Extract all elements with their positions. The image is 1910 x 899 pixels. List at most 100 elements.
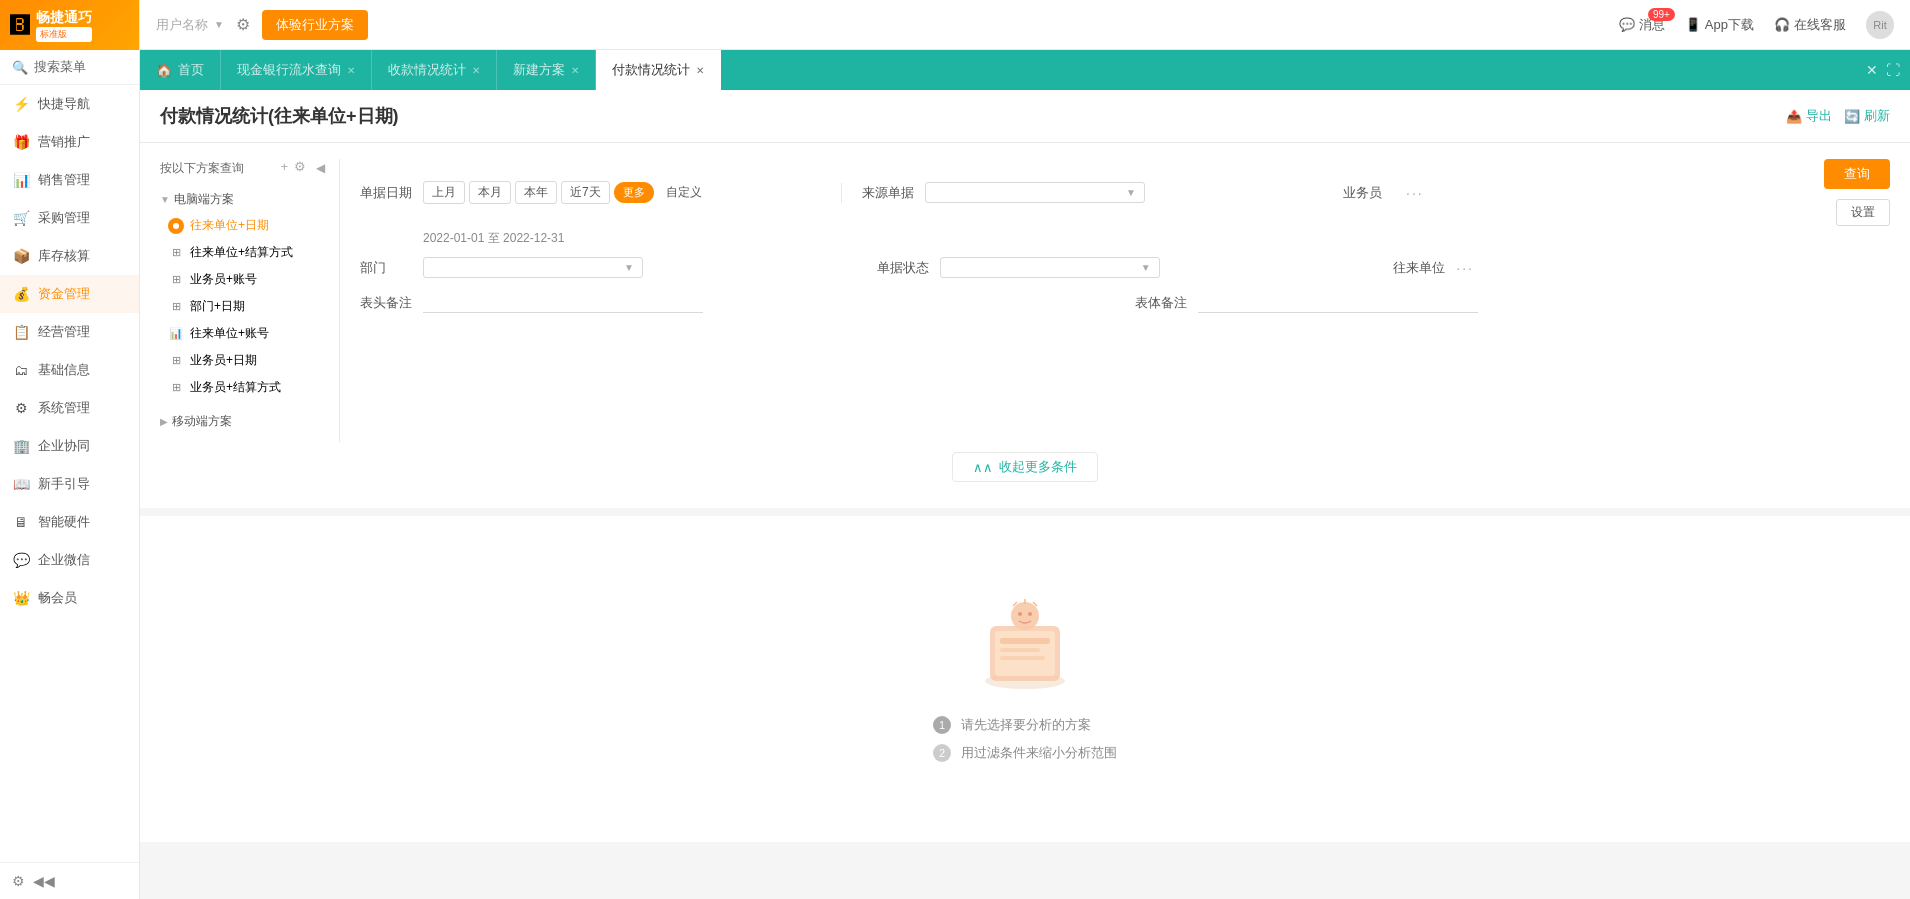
dept-select[interactable]: ▼: [423, 257, 643, 278]
svg-rect-4: [1000, 648, 1040, 652]
filter-date-item: 单据日期 上月 本月 本年 近7天 更多 自定义: [360, 181, 821, 204]
tab-income-stat[interactable]: 收款情况统计 ✕: [372, 50, 497, 90]
empty-tip-1: 1 请先选择要分析的方案: [933, 716, 1117, 734]
sidebar-item-guide[interactable]: 📖 新手引导: [0, 465, 139, 503]
headset-icon: 🎧: [1774, 17, 1790, 32]
table-icon-2: ⊞: [168, 272, 184, 288]
scheme-item-customer-settle[interactable]: ⊞ 往来单位+结算方式: [160, 239, 329, 266]
scheme-item-staff-settle[interactable]: ⊞ 业务员+结算方式: [160, 374, 329, 401]
tab-close-income-stat[interactable]: ✕: [472, 65, 480, 76]
staff-more-icon[interactable]: ···: [1406, 185, 1424, 201]
page-actions: 📤 导出 🔄 刷新: [1786, 107, 1890, 125]
date-btn-this-year[interactable]: 本年: [515, 181, 557, 204]
table-icon-3: ⊞: [168, 299, 184, 315]
header-note-input[interactable]: [423, 292, 703, 313]
collapse-more-btn[interactable]: ∧∧ 收起更多条件: [952, 452, 1098, 482]
collapse-scheme-panel-icon[interactable]: ◀: [312, 159, 329, 177]
date-btn-7days[interactable]: 近7天: [561, 181, 610, 204]
gift-icon: 🎁: [12, 133, 30, 151]
expand-mobile-arrow-icon: ▶: [160, 416, 168, 427]
mobile-scheme-group-header[interactable]: ▶ 移动端方案: [160, 409, 329, 434]
tab-new-scheme[interactable]: 新建方案 ✕: [497, 50, 596, 90]
folder-icon: 🗂: [12, 361, 30, 379]
tab-close-bank-flow[interactable]: ✕: [347, 65, 355, 76]
dept-select-arrow-icon: ▼: [624, 262, 634, 273]
topbar-settings-icon[interactable]: ⚙: [236, 15, 250, 34]
customer-more-icon[interactable]: ···: [1456, 260, 1474, 276]
home-icon: 🏠: [156, 63, 172, 78]
collapse-sidebar-icon[interactable]: ◀◀: [33, 873, 55, 889]
sidebar-label-search: 搜索菜单: [34, 58, 86, 76]
source-select[interactable]: ▼: [925, 182, 1145, 203]
sidebar-item-basic[interactable]: 🗂 基础信息: [0, 351, 139, 389]
refresh-btn[interactable]: 🔄 刷新: [1844, 107, 1890, 125]
collapse-row: ∧∧ 收起更多条件: [160, 442, 1890, 492]
search-icon: 🔍: [12, 60, 28, 75]
tab-close-payment-stat[interactable]: ✕: [696, 65, 704, 76]
settings-footer-icon[interactable]: ⚙: [12, 873, 25, 889]
scheme-item-dept-date[interactable]: ⊞ 部门+日期: [160, 293, 329, 320]
filter-staff-item: 业务员 ···: [1343, 184, 1804, 202]
staff-label: 业务员: [1343, 184, 1398, 202]
dept-label: 部门: [360, 259, 415, 277]
sidebar-item-quick-nav[interactable]: ⚡ 快捷导航: [0, 85, 139, 123]
filter-dept-item: 部门 ▼: [360, 257, 857, 278]
query-btn[interactable]: 查询: [1824, 159, 1890, 189]
export-btn[interactable]: 📤 导出: [1786, 107, 1832, 125]
sidebar-item-sales[interactable]: 📊 销售管理: [0, 161, 139, 199]
page-title: 付款情况统计(往来单位+日期): [160, 104, 399, 128]
sidebar-item-wechat[interactable]: 💬 企业微信: [0, 541, 139, 579]
date-custom-label[interactable]: 自定义: [658, 182, 710, 203]
scheme-item-staff-account[interactable]: ⊞ 业务员+账号: [160, 266, 329, 293]
tab-close-new-scheme[interactable]: ✕: [571, 65, 579, 76]
table-icon-4: ⊞: [168, 353, 184, 369]
pc-group-label: 电脑端方案: [174, 191, 234, 208]
date-quick-btns: 上月 本月 本年 近7天 更多 自定义: [423, 181, 710, 204]
scheme-item-staff-date[interactable]: ⊞ 业务员+日期: [160, 347, 329, 374]
page-header: 付款情况统计(往来单位+日期) 📤 导出 🔄 刷新: [140, 90, 1910, 143]
trial-btn[interactable]: 体验行业方案: [262, 10, 368, 40]
sidebar-item-purchase[interactable]: 🛒 采购管理: [0, 199, 139, 237]
scheme-item-customer-account[interactable]: 📊 往来单位+账号: [160, 320, 329, 347]
empty-illustration: [965, 596, 1085, 696]
sidebar-item-marketing[interactable]: 🎁 营销推广: [0, 123, 139, 161]
sidebar-item-enterprise[interactable]: 🏢 企业协同: [0, 427, 139, 465]
tab-payment-stat[interactable]: 付款情况统计 ✕: [596, 50, 721, 90]
app-download-btn[interactable]: 📱 App下载: [1685, 16, 1754, 34]
tab-home[interactable]: 🏠 首页: [140, 50, 221, 90]
add-scheme-btn[interactable]: +: [280, 159, 288, 177]
content-area: 付款情况统计(往来单位+日期) 📤 导出 🔄 刷新: [140, 90, 1910, 899]
sidebar-item-search-menu[interactable]: 🔍 搜索菜单: [0, 50, 139, 85]
sidebar-item-hardware[interactable]: 🖥 智能硬件: [0, 503, 139, 541]
online-service-btn[interactable]: 🎧 在线客服: [1774, 16, 1846, 34]
scheme-settings-icon[interactable]: ⚙: [294, 159, 306, 177]
status-select[interactable]: ▼: [940, 257, 1160, 278]
date-btn-last-month[interactable]: 上月: [423, 181, 465, 204]
svg-point-8: [1028, 612, 1032, 616]
date-btn-this-month[interactable]: 本月: [469, 181, 511, 204]
body-note-input[interactable]: [1198, 292, 1478, 313]
profile-section[interactable]: 用户名称 ▼: [156, 16, 224, 34]
source-select-arrow-icon: ▼: [1126, 187, 1136, 198]
tabbar-actions: ✕ ⛶: [1856, 50, 1910, 90]
date-btn-more[interactable]: 更多: [614, 182, 654, 203]
sidebar-item-business[interactable]: 📋 经营管理: [0, 313, 139, 351]
messages-badge: 99+: [1648, 8, 1675, 21]
tab-bank-flow[interactable]: 现金银行流水查询 ✕: [221, 50, 372, 90]
scheme-item-customer-date[interactable]: 往来单位+日期: [160, 212, 329, 239]
box-icon: 📦: [12, 247, 30, 265]
user-avatar[interactable]: Rit: [1866, 11, 1894, 39]
divider-1: [841, 183, 842, 203]
sidebar-item-system[interactable]: ⚙ 系统管理: [0, 389, 139, 427]
date-range-text: 2022-01-01 至 2022-12-31: [423, 231, 564, 245]
sidebar-item-member[interactable]: 👑 畅会员: [0, 579, 139, 617]
messages-btn[interactable]: 💬 消息 99+: [1619, 16, 1665, 34]
pc-scheme-group-header[interactable]: ▼ 电脑端方案: [160, 187, 329, 212]
header-note-label: 表头备注: [360, 294, 415, 312]
empty-tip-2: 2 用过滤条件来缩小分析范围: [933, 744, 1117, 762]
sidebar-item-capital[interactable]: 💰 资金管理: [0, 275, 139, 313]
display-settings-btn[interactable]: 设置: [1836, 199, 1890, 226]
sidebar-item-inventory[interactable]: 📦 库存核算: [0, 237, 139, 275]
close-all-tabs-icon[interactable]: ✕: [1866, 62, 1878, 78]
maximize-icon[interactable]: ⛶: [1886, 62, 1900, 78]
